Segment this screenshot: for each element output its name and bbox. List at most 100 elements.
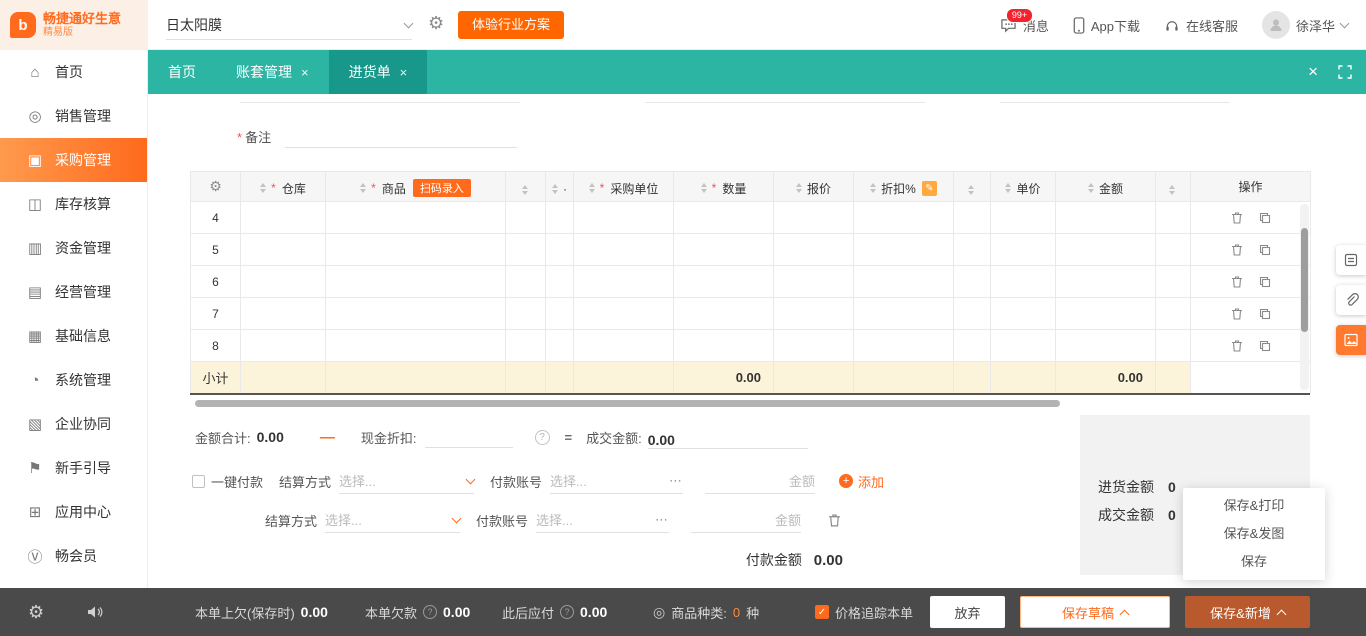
cell-quote[interactable] [773,233,854,266]
pay-amount-input[interactable]: 金额 [691,507,802,533]
cell-extra[interactable] [505,233,546,266]
sidebar-item-inventory[interactable]: ◫ 库存核算 [0,182,147,226]
sort-icon[interactable] [1005,183,1012,194]
discard-button[interactable]: 放弃 [930,596,1005,628]
edit-discount-icon[interactable]: ✎ [921,180,937,196]
deal-amount-field[interactable]: 0.00 [647,425,808,449]
sidebar-item-funds[interactable]: ▥ 资金管理 [0,226,147,270]
tab-account-management[interactable]: 账套管理 × [216,50,329,94]
cell-extra[interactable] [1155,329,1191,362]
cell-extra[interactable] [505,265,546,298]
settle-method-select[interactable]: 选择... [339,468,476,494]
menu-item-save-image[interactable]: 保存&发图 [1183,520,1325,548]
more-icon[interactable]: ⋯ [669,473,683,489]
cell-extra[interactable] [1155,201,1191,234]
one-click-pay-checkbox[interactable] [192,474,205,488]
cell-unit[interactable] [573,297,674,330]
info-icon[interactable]: ? [560,605,575,619]
online-support-button[interactable]: 在线客服 [1164,16,1238,35]
col-warehouse[interactable]: * 仓库 [240,171,326,202]
help-icon[interactable]: ? [534,429,550,445]
tab-purchase-order[interactable]: 进货单 × [328,50,428,94]
sort-icon[interactable] [1087,183,1094,194]
cell-warehouse[interactable] [240,297,326,330]
col-extra-4[interactable] [1155,171,1191,202]
cell-extra[interactable] [545,233,574,266]
cell-extra[interactable] [545,201,574,234]
sidebar-item-home[interactable]: ⌂ 首页 [0,50,147,94]
price-track-checkbox[interactable]: ✓ [815,605,829,619]
sidebar-item-apps[interactable]: ⊞ 应用中心 [0,490,147,534]
delete-row-icon[interactable] [1230,307,1244,321]
cell-discount[interactable] [853,265,954,298]
cell-discount[interactable] [853,297,954,330]
add-payment-button[interactable]: + 添加 [839,472,884,491]
cell-amount[interactable] [1055,329,1156,362]
settings-gear-icon[interactable]: ⚙ [428,13,444,34]
messages-button[interactable]: 99+ 消息 [1000,7,1049,35]
cash-discount-input[interactable] [424,426,513,448]
scan-entry-button[interactable]: 扫码录入 [412,179,471,197]
remark-input[interactable] [285,128,517,148]
cell-price[interactable] [990,297,1056,330]
delete-row-icon[interactable] [1230,275,1244,289]
cell-amount[interactable] [1055,201,1156,234]
save-and-new-button[interactable]: 保存&新增 [1185,596,1310,628]
delete-row-icon[interactable] [1230,339,1244,353]
form-field-underline[interactable] [1000,102,1230,103]
table-vertical-scrollbar-thumb[interactable] [1301,228,1308,332]
sidebar-item-base-info[interactable]: ▦ 基础信息 [0,314,147,358]
table-horizontal-scrollbar[interactable] [195,400,1060,407]
cell-extra[interactable] [953,233,991,266]
menu-item-save-print[interactable]: 保存&打印 [1183,492,1325,520]
cell-qty[interactable] [673,297,774,330]
attachment-tool-button[interactable] [1336,285,1366,315]
cell-extra[interactable] [545,265,574,298]
cell-product[interactable] [325,329,506,362]
sort-icon[interactable] [795,183,802,194]
sort-icon[interactable] [700,183,707,194]
menu-item-save[interactable]: 保存 [1183,548,1325,576]
pay-account-select[interactable]: 选择... ⋯ [536,507,670,533]
cell-extra[interactable] [545,329,574,362]
cell-price[interactable] [990,233,1056,266]
user-menu[interactable]: 徐泽华 [1261,11,1350,39]
account-select[interactable]: 日太阳膜 [166,10,414,40]
cell-qty[interactable] [673,265,774,298]
more-icon[interactable]: ⋯ [655,512,669,528]
pay-account-select[interactable]: 选择... ⋯ [550,468,684,494]
settle-method-select[interactable]: 选择... [325,507,462,533]
cell-warehouse[interactable] [240,233,326,266]
cell-product[interactable] [325,233,506,266]
sidebar-item-sales[interactable]: ◎ 销售管理 [0,94,147,138]
cell-extra[interactable] [505,329,546,362]
app-download-button[interactable]: App下载 [1073,16,1140,35]
cell-discount[interactable] [853,329,954,362]
sidebar-item-purchase[interactable]: ▣ 采购管理 [0,138,147,182]
copy-row-icon[interactable] [1258,211,1272,225]
fullscreen-icon[interactable] [1338,65,1352,79]
col-discount[interactable]: 折扣% ✎ [853,171,954,202]
cell-discount[interactable] [853,201,954,234]
col-extra-3[interactable] [953,171,991,202]
speaker-icon[interactable] [86,604,104,620]
sidebar-item-guide[interactable]: ⚑ 新手引导 [0,446,147,490]
form-field-underline[interactable] [645,102,925,103]
col-qty[interactable]: * 数量 [673,171,774,202]
cell-discount[interactable] [853,233,954,266]
copy-row-icon[interactable] [1258,307,1272,321]
cell-extra[interactable] [505,297,546,330]
cell-extra[interactable] [1155,233,1191,266]
cell-unit[interactable] [573,329,674,362]
cell-extra[interactable] [953,297,991,330]
cell-warehouse[interactable] [240,201,326,234]
cell-qty[interactable] [673,233,774,266]
delete-payment-icon[interactable] [827,513,842,528]
sort-icon[interactable] [552,184,558,194]
cell-amount[interactable] [1055,265,1156,298]
cell-qty[interactable] [673,329,774,362]
info-icon[interactable]: ? [423,605,438,619]
cell-quote[interactable] [773,265,854,298]
gear-icon[interactable]: ⚙ [209,178,222,194]
cell-extra[interactable] [1155,297,1191,330]
